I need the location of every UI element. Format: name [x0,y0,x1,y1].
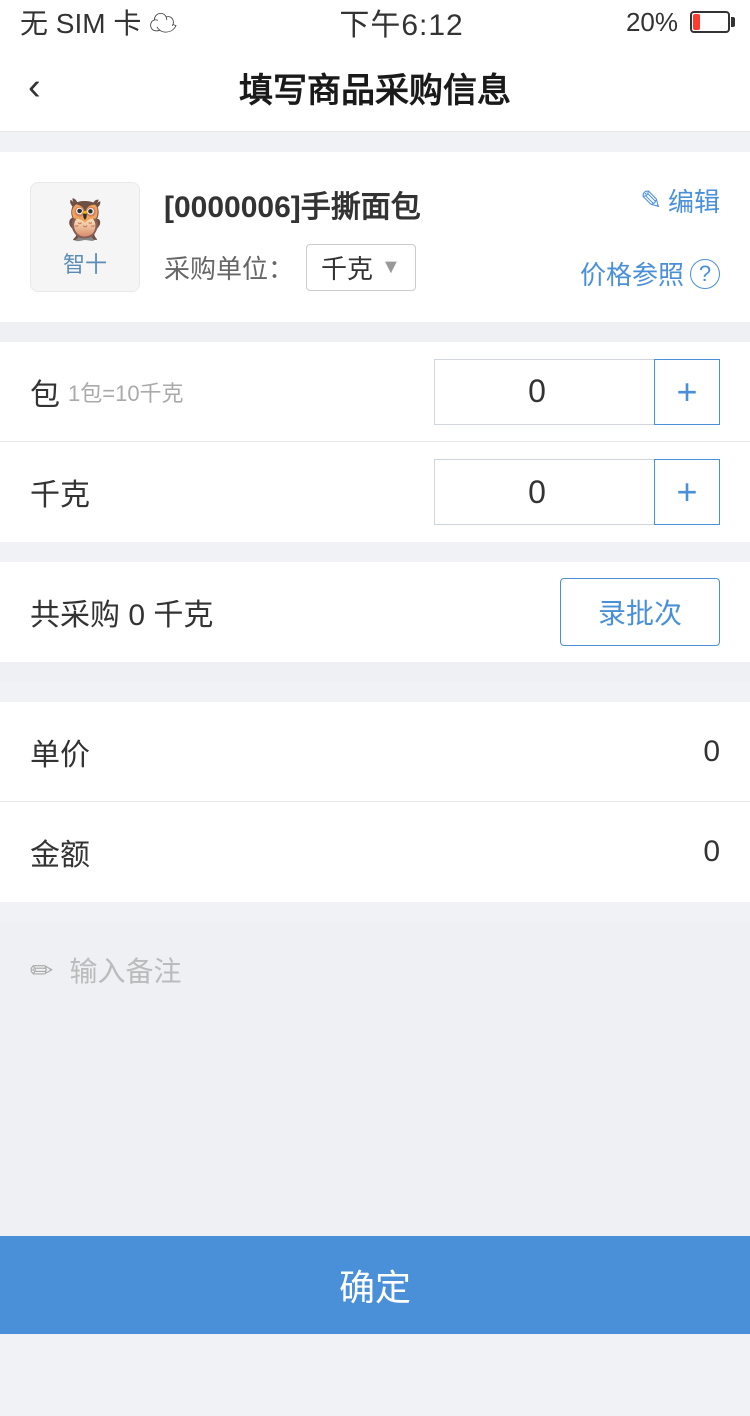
product-name: [0000006]手撕面包 [164,182,720,226]
status-left: 无 SIM 卡 ☁ [20,2,177,42]
product-card: 🦉 智十 [0000006]手撕面包 采购单位： 千克 ▼ ✎ 编辑 价格参照 … [0,152,750,322]
confirm-button[interactable]: 确定 [0,1236,750,1334]
status-bar: 无 SIM 卡 ☁ 下午6:12 20% [0,0,750,44]
price-ref-link[interactable]: 价格参照 ? [580,255,720,292]
status-time: 下午6:12 [339,0,463,44]
record-batch-button[interactable]: 录批次 [560,578,720,646]
back-button[interactable]: ‹ [28,66,41,109]
bao-input[interactable] [434,359,654,425]
summary-row: 共采购 0 千克 录批次 [0,562,750,662]
bao-label: 包 [30,370,60,414]
edit-icon: ✎ [640,185,662,216]
price-section: 单价 0 金额 0 [0,702,750,902]
pencil-icon: ✏ [30,954,53,987]
edit-label: 编辑 [668,182,720,219]
kg-plus-button[interactable]: + [654,459,720,525]
notes-section[interactable]: ✏ 输入备注 [0,922,750,1018]
unit-value: 千克 [321,249,373,286]
unit-label: 采购单位： [164,249,294,286]
amount-label: 金额 [30,830,90,874]
kg-input-wrapper: + [434,459,720,525]
page-title: 填写商品采购信息 [239,63,511,112]
edit-link[interactable]: ✎ 编辑 [640,182,720,219]
unit-price-value: 0 [703,735,720,769]
status-right: 20% [626,7,730,38]
price-ref-label: 价格参照 [580,255,684,292]
kg-input-row: 千克 + [0,442,750,542]
bao-sub-label: 1包=10千克 [68,376,184,408]
amount-row: 金额 0 [0,802,750,902]
total-purchase-label: 共采购 0 千克 [30,590,213,634]
product-brand-text: 智十 [63,247,107,279]
unit-price-label: 单价 [30,730,90,774]
battery-icon [690,11,730,33]
nav-bar: ‹ 填写商品采购信息 [0,44,750,132]
summary-section: 共采购 0 千克 录批次 [0,562,750,662]
bao-input-wrapper: + [434,359,720,425]
product-image: 🦉 智十 [30,182,140,292]
bao-input-row: 包 1包=10千克 + [0,342,750,442]
product-owl-icon: 🦉 [60,196,110,243]
section-divider-2 [0,662,750,682]
unit-select[interactable]: 千克 ▼ [306,244,416,291]
section-divider-1 [0,322,750,342]
help-icon: ? [690,259,720,289]
kg-input[interactable] [434,459,654,525]
battery-percent: 20% [626,7,678,38]
bao-plus-button[interactable]: + [654,359,720,425]
unit-price-row: 单价 0 [0,702,750,802]
input-section: 包 1包=10千克 + 千克 + [0,342,750,542]
kg-label: 千克 [30,470,90,514]
notes-placeholder: 输入备注 [69,950,181,990]
amount-value: 0 [703,835,720,869]
sim-status: 无 SIM 卡 ☁ [20,2,177,42]
dropdown-arrow-icon: ▼ [381,256,401,279]
